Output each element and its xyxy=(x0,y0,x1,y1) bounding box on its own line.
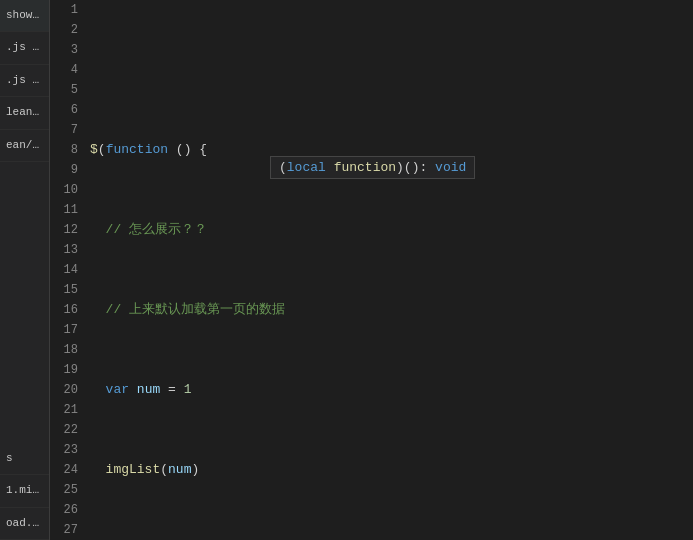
sidebar-item-s[interactable]: s xyxy=(0,443,49,475)
line-num-10: 10 xyxy=(50,180,78,200)
token: ) xyxy=(191,460,199,480)
indent xyxy=(90,220,106,240)
token: () { xyxy=(168,140,207,160)
code-content[interactable]: $(function () { // 怎么展示？？ // 上来默认加载第一页的数… xyxy=(86,0,693,540)
code-line-2: $(function () { xyxy=(90,140,693,160)
line-num-18: 18 xyxy=(50,340,78,360)
sidebar-item-js-cl[interactable]: .js cl... xyxy=(0,32,49,64)
line-num-2: 2 xyxy=(50,20,78,40)
token-keyword: var xyxy=(106,380,129,400)
token: ( xyxy=(160,460,168,480)
token-var: num xyxy=(168,460,191,480)
line-num-8: 8 xyxy=(50,140,78,160)
line-num-25: 25 xyxy=(50,480,78,500)
line-num-7: 7 xyxy=(50,120,78,140)
token xyxy=(129,380,137,400)
token: ( xyxy=(98,140,106,160)
line-num-17: 17 xyxy=(50,320,78,340)
token-number: 1 xyxy=(184,380,192,400)
token: = xyxy=(160,380,183,400)
token-comment: // 怎么展示？？ xyxy=(106,220,207,240)
indent xyxy=(90,460,106,480)
sidebar-item-ean-se[interactable]: ean/se... xyxy=(0,130,49,162)
line-num-13: 13 xyxy=(50,240,78,260)
line-num-23: 23 xyxy=(50,440,78,460)
line-num-12: 12 xyxy=(50,220,78,240)
code-line-6: imgList(num) xyxy=(90,460,693,480)
token-comment: // 上来默认加载第一页的数据 xyxy=(106,300,285,320)
line-num-4: 4 xyxy=(50,60,78,80)
line-num-19: 19 xyxy=(50,360,78,380)
line-num-20: 20 xyxy=(50,380,78,400)
line-num-14: 14 xyxy=(50,260,78,280)
code-line-5: var num = 1 xyxy=(90,380,693,400)
line-num-1: 1 xyxy=(50,0,78,20)
sidebar-item-show[interactable]: show... xyxy=(0,0,49,32)
line-num-22: 22 xyxy=(50,420,78,440)
line-numbers: 1 2 3 4 5 6 7 8 9 10 11 12 13 14 15 16 1… xyxy=(50,0,86,540)
token-var: num xyxy=(137,380,160,400)
token-func: imgList xyxy=(106,460,161,480)
line-num-9: 9 xyxy=(50,160,78,180)
sidebar-item-min-js[interactable]: 1.min.js xyxy=(0,475,49,507)
sidebar-item-lean-s[interactable]: lean/s... xyxy=(0,97,49,129)
sidebar: show... .js cl... .js sh... lean/s... ea… xyxy=(0,0,50,540)
editor: 1 2 3 4 5 6 7 8 9 10 11 12 13 14 15 16 1… xyxy=(50,0,693,540)
sidebar-item-oad-js[interactable]: oad.js xyxy=(0,508,49,540)
token-function: function xyxy=(106,140,168,160)
token: $ xyxy=(90,140,98,160)
line-num-16: 16 xyxy=(50,300,78,320)
indent xyxy=(90,380,106,400)
line-num-26: 26 xyxy=(50,500,78,520)
indent xyxy=(90,300,106,320)
code-line-1 xyxy=(90,60,693,80)
code-line-3: // 怎么展示？？ xyxy=(90,220,693,240)
line-num-5: 5 xyxy=(50,80,78,100)
line-num-15: 15 xyxy=(50,280,78,300)
code-line-4: // 上来默认加载第一页的数据 xyxy=(90,300,693,320)
line-num-27: 27 xyxy=(50,520,78,540)
line-num-21: 21 xyxy=(50,400,78,420)
sidebar-item-js-sh[interactable]: .js sh... xyxy=(0,65,49,97)
line-num-3: 3 xyxy=(50,40,78,60)
line-num-6: 6 xyxy=(50,100,78,120)
line-num-24: 24 xyxy=(50,460,78,480)
code-area: 1 2 3 4 5 6 7 8 9 10 11 12 13 14 15 16 1… xyxy=(50,0,693,540)
line-num-11: 11 xyxy=(50,200,78,220)
